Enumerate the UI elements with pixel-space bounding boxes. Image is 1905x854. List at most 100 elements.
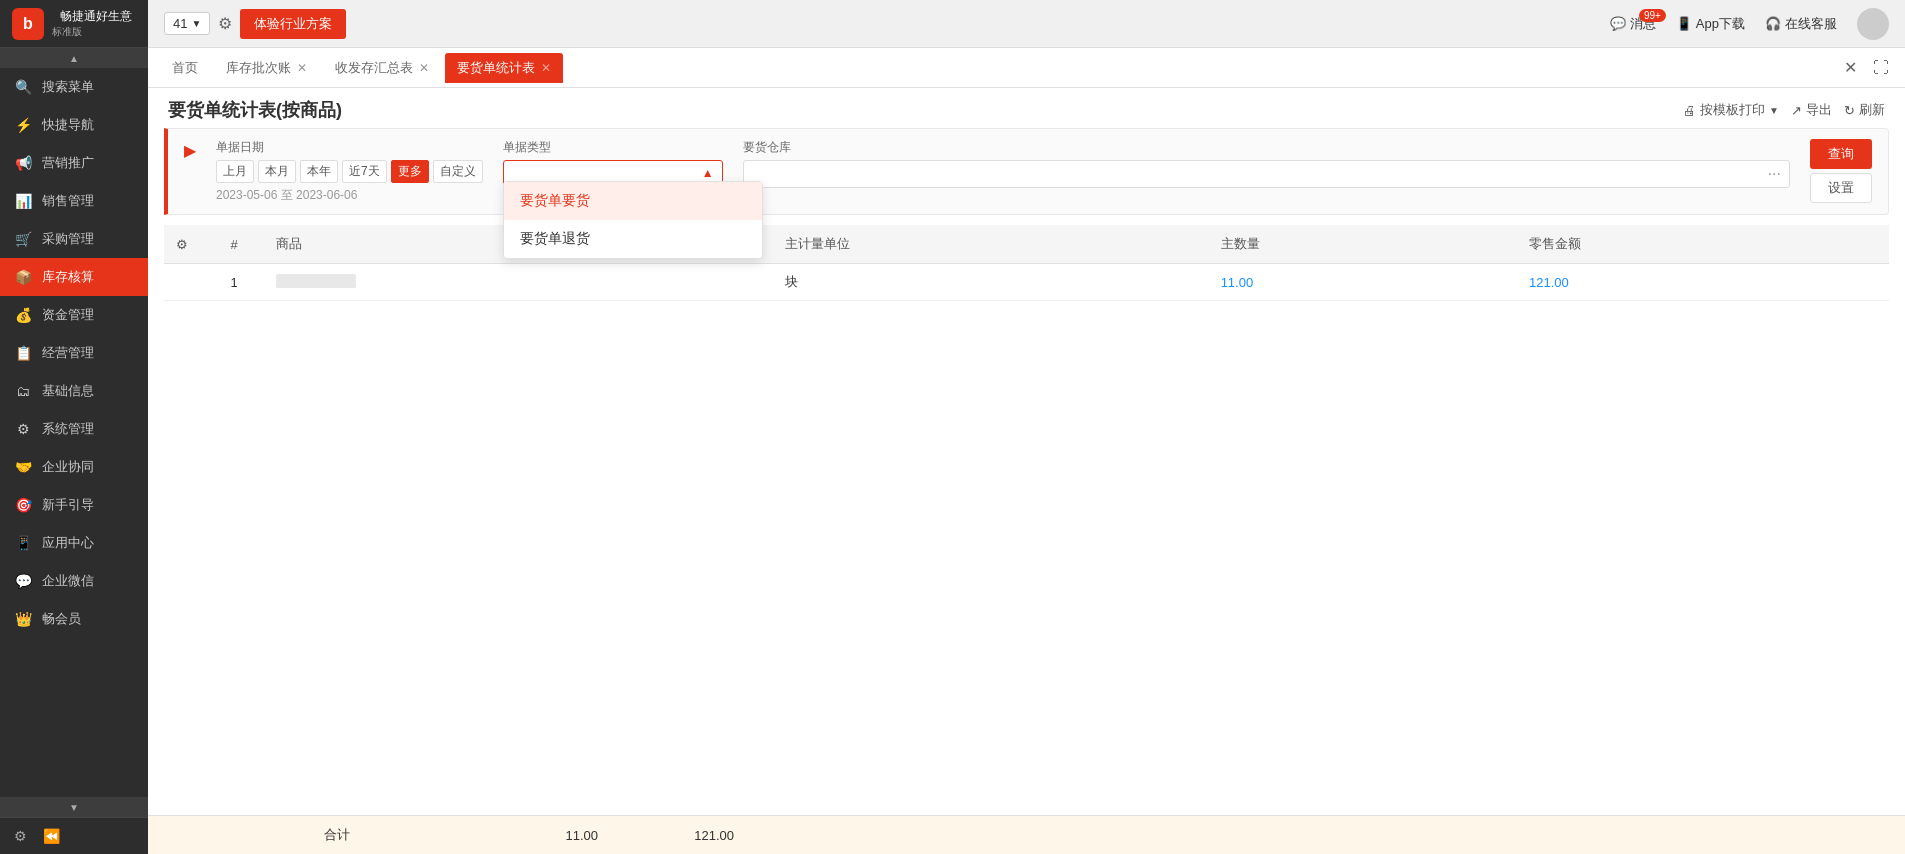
sidebar-scroll-up[interactable]: ▲ (0, 48, 148, 68)
filter-date-item: 单据日期 上月 本月 本年 近7天 更多 自定义 2023-05-06 至 20… (216, 139, 483, 204)
print-icon: 🖨 (1683, 103, 1696, 118)
print-label: 按模板打印 (1700, 101, 1765, 119)
col-quantity-header: 主数量 (1209, 225, 1517, 264)
dropdown-item-return[interactable]: 要货单退货 (504, 220, 762, 258)
operations-icon: 📋 (14, 344, 32, 362)
tab-batch-close-icon[interactable]: ✕ (297, 61, 307, 75)
sidebar-item-label: 新手引导 (42, 496, 94, 514)
app-download-btn[interactable]: 📱 App下载 (1676, 15, 1745, 33)
wechat-icon: 💬 (14, 572, 32, 590)
quick-nav-icon: ⚡ (14, 116, 32, 134)
filter-warehouse-field[interactable] (752, 167, 1768, 182)
tabs-bar: 首页 库存批次账 ✕ 收发存汇总表 ✕ 要货单统计表 ✕ ✕ ⛶ (148, 48, 1905, 88)
search-icon: 🔍 (14, 78, 32, 96)
row-product-cell (264, 264, 773, 301)
industry-btn[interactable]: 体验行业方案 (240, 9, 346, 39)
row-quantity-cell[interactable]: 11.00 (1209, 264, 1517, 301)
sidebar-item-app-center[interactable]: 📱 应用中心 (0, 524, 148, 562)
tabs-maximize-icon[interactable]: ⛶ (1869, 57, 1893, 79)
tab-order-stats-close-icon[interactable]: ✕ (541, 61, 551, 75)
purchase-icon: 🛒 (14, 230, 32, 248)
row-amount-cell[interactable]: 121.00 (1517, 264, 1889, 301)
page-actions: 🖨 按模板打印 ▼ ↗ 导出 ↻ 刷新 (1683, 101, 1885, 119)
sidebar-scroll-down[interactable]: ▼ (0, 797, 148, 817)
basic-info-icon: 🗂 (14, 382, 32, 400)
sidebar-item-inventory[interactable]: 📦 库存核算 (0, 258, 148, 296)
tab-home[interactable]: 首页 (160, 53, 210, 83)
sidebar-item-system[interactable]: ⚙ 系统管理 (0, 410, 148, 448)
message-icon: 💬 (1610, 16, 1626, 31)
sales-icon: 📊 (14, 192, 32, 210)
filter-warehouse-label: 要货仓库 (743, 139, 1790, 156)
sidebar-item-label: 营销推广 (42, 154, 94, 172)
finance-icon: 💰 (14, 306, 32, 324)
filter-type-chevron-icon: ▲ (702, 166, 714, 180)
sidebar-item-marketing[interactable]: 📢 营销推广 (0, 144, 148, 182)
col-amount-header: 零售金额 (1517, 225, 1889, 264)
sidebar-item-purchase[interactable]: 🛒 采购管理 (0, 220, 148, 258)
export-btn[interactable]: ↗ 导出 (1791, 101, 1832, 119)
sidebar-item-quick-nav[interactable]: ⚡ 快捷导航 (0, 106, 148, 144)
app-name: 畅捷通好生意 (60, 8, 132, 25)
sidebar: b 畅捷通好生意 标准版 ▲ 🔍 搜索菜单 ⚡ 快捷导航 📢 营销推广 📊 销售… (0, 0, 148, 854)
sidebar-item-label: 企业协同 (42, 458, 94, 476)
row-settings-cell (164, 264, 204, 301)
settings-icon[interactable]: ⚙ (14, 828, 27, 844)
sidebar-item-operations[interactable]: 📋 经营管理 (0, 334, 148, 372)
sidebar-item-membership[interactable]: 👑 畅会员 (0, 600, 148, 638)
topbar-gear-icon[interactable]: ⚙ (218, 14, 232, 33)
collapse-icon[interactable]: ⏪ (43, 828, 60, 844)
sidebar-item-beginner[interactable]: 🎯 新手引导 (0, 486, 148, 524)
company-dropdown[interactable]: 41 ▼ (164, 12, 210, 35)
date-btn-more[interactable]: 更多 (391, 160, 429, 183)
page-title: 要货单统计表(按商品) (168, 98, 342, 122)
phone-icon: 📱 (1676, 16, 1692, 31)
footer-amount: 121.00 (614, 828, 734, 843)
sidebar-item-search[interactable]: 🔍 搜索菜单 (0, 68, 148, 106)
page-header: 要货单统计表(按商品) 🖨 按模板打印 ▼ ↗ 导出 ↻ 刷新 (148, 88, 1905, 128)
tab-order-stats[interactable]: 要货单统计表 ✕ (445, 53, 563, 83)
sidebar-item-label: 系统管理 (42, 420, 94, 438)
col-unit-header: 主计量单位 (773, 225, 1209, 264)
sidebar-item-label: 销售管理 (42, 192, 94, 210)
data-table: ⚙ # 商品 主计量单位 主数量 零售金额 1 (164, 225, 1889, 301)
app-download-label: App下载 (1696, 15, 1745, 33)
tab-batch-label: 库存批次账 (226, 59, 291, 77)
customer-service-label: 在线客服 (1785, 15, 1837, 33)
filter-date-range: 2023-05-06 至 2023-06-06 (216, 187, 483, 204)
query-btn[interactable]: 查询 (1810, 139, 1872, 169)
date-btn-this-year[interactable]: 本年 (300, 160, 338, 183)
customer-service-btn[interactable]: 🎧 在线客服 (1765, 15, 1837, 33)
tab-receivables-close-icon[interactable]: ✕ (419, 61, 429, 75)
filter-type-field[interactable] (512, 165, 702, 180)
sidebar-nav: 🔍 搜索菜单 ⚡ 快捷导航 📢 营销推广 📊 销售管理 🛒 采购管理 📦 库存核… (0, 68, 148, 797)
sidebar-item-wechat[interactable]: 💬 企业微信 (0, 562, 148, 600)
col-settings-icon[interactable]: ⚙ (164, 225, 204, 264)
filter-type-label: 单据类型 (503, 139, 723, 156)
sidebar-bottom: ⚙ ⏪ (0, 817, 148, 854)
product-name-placeholder (276, 274, 356, 288)
filter-bar: ▶ 单据日期 上月 本月 本年 近7天 更多 自定义 2023-05-06 至 … (164, 128, 1889, 215)
col-index-header: # (204, 225, 264, 264)
avatar[interactable] (1857, 8, 1889, 40)
date-btn-custom[interactable]: 自定义 (433, 160, 483, 183)
print-btn[interactable]: 🖨 按模板打印 ▼ (1683, 101, 1779, 119)
sidebar-item-enterprise[interactable]: 🤝 企业协同 (0, 448, 148, 486)
date-btn-recent7[interactable]: 近7天 (342, 160, 387, 183)
filter-warehouse-input[interactable]: ··· (743, 160, 1790, 188)
refresh-btn[interactable]: ↻ 刷新 (1844, 101, 1885, 119)
sidebar-item-basic-info[interactable]: 🗂 基础信息 (0, 372, 148, 410)
dropdown-item-order[interactable]: 要货单要货 (504, 182, 762, 220)
tabs-close-all-icon[interactable]: ✕ (1840, 56, 1861, 79)
tab-receivables[interactable]: 收发存汇总表 ✕ (323, 53, 441, 83)
date-btn-up-month[interactable]: 上月 (216, 160, 254, 183)
messages-btn[interactable]: 💬 消息 99+ (1610, 15, 1656, 33)
sidebar-item-finance[interactable]: 💰 资金管理 (0, 296, 148, 334)
settings-btn[interactable]: 设置 (1810, 173, 1872, 203)
sidebar-item-sales[interactable]: 📊 销售管理 (0, 182, 148, 220)
filter-toggle-icon[interactable]: ▶ (184, 141, 196, 160)
filter-warehouse-dots-icon[interactable]: ··· (1768, 165, 1781, 183)
date-btn-this-month[interactable]: 本月 (258, 160, 296, 183)
tab-batch[interactable]: 库存批次账 ✕ (214, 53, 319, 83)
app-center-icon: 📱 (14, 534, 32, 552)
